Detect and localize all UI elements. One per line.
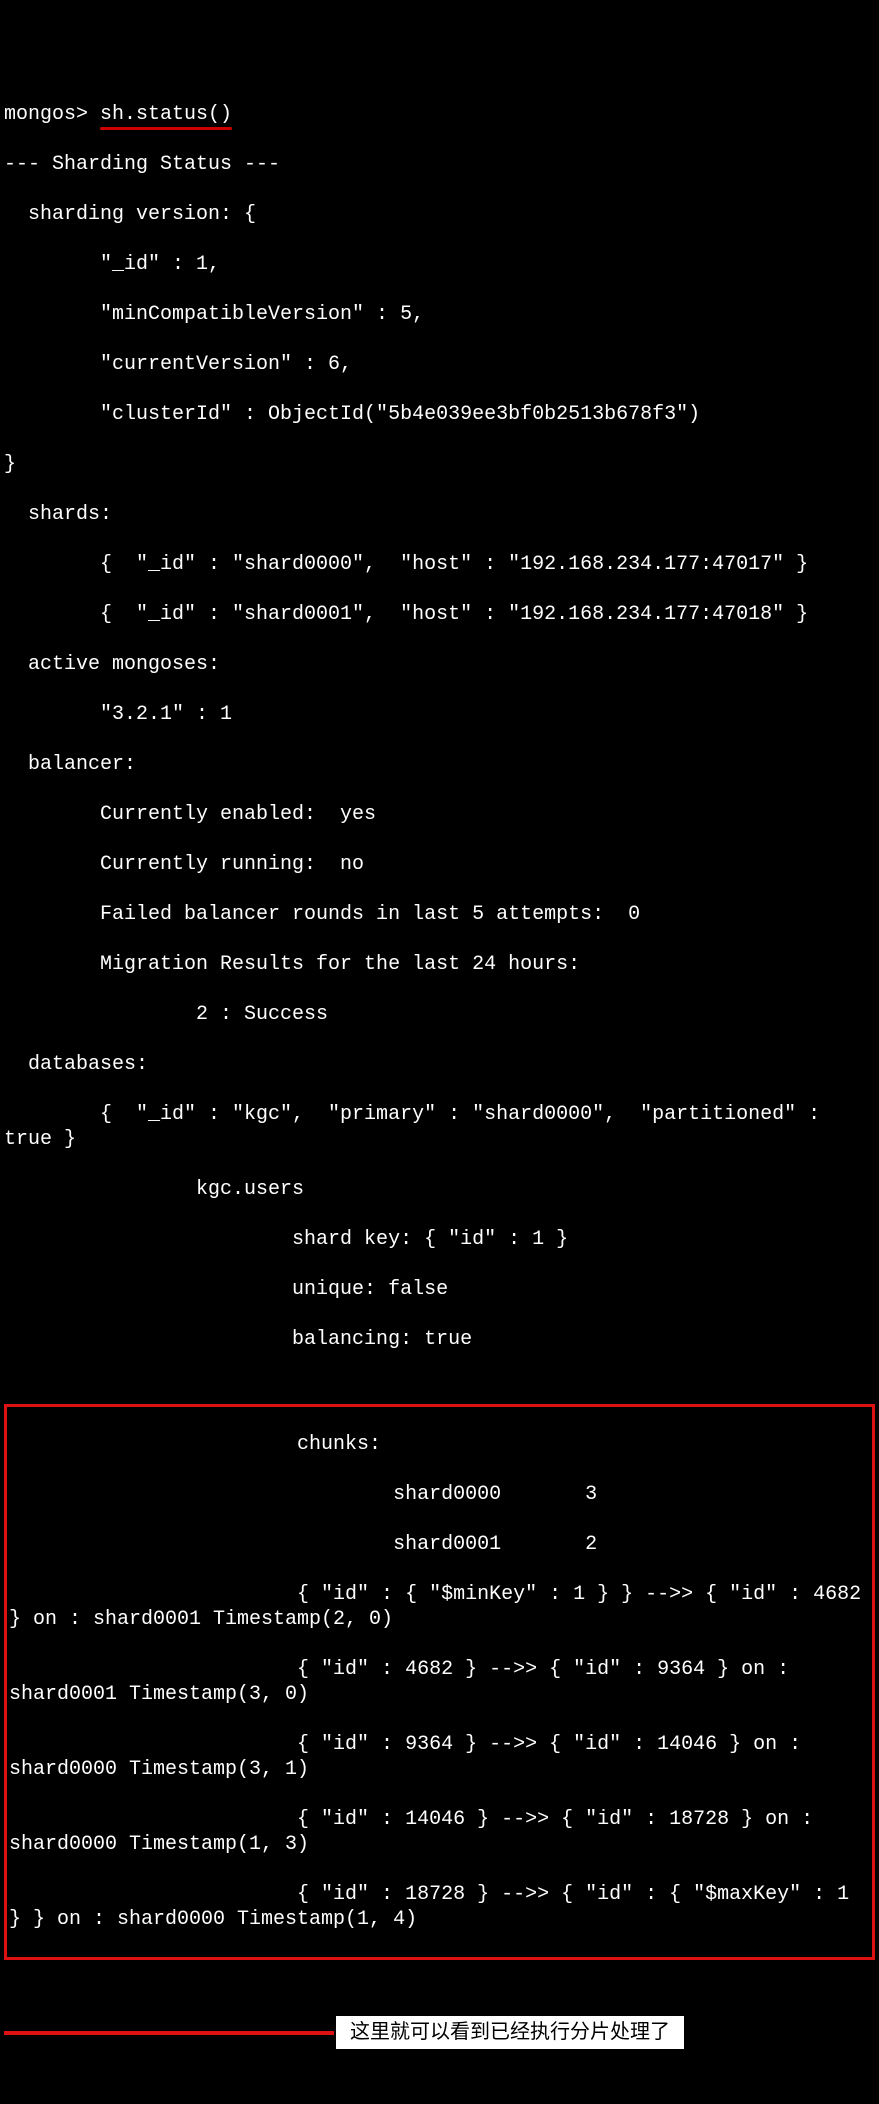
version-min: "minCompatibleVersion" : 5, [4,302,875,327]
prompt: mongos> [4,103,88,126]
chunk-range: { "id" : 14046 } -->> { "id" : 18728 } o… [9,1807,870,1857]
balancer-failed: Failed balancer rounds in last 5 attempt… [4,902,875,927]
shards-label: shards: [4,502,875,527]
command-line[interactable]: mongos> sh.status() [4,102,875,127]
annotation-row: 这里就可以看到已经执行分片处理了 [4,2014,875,2051]
version-cid: "clusterId" : ObjectId("5b4e039ee3bf0b25… [4,402,875,427]
version-close: } [4,452,875,477]
balancer-label: balancer: [4,752,875,777]
active-mongoses-value: "3.2.1" : 1 [4,702,875,727]
active-mongoses-label: active mongoses: [4,652,875,677]
version-id: "_id" : 1, [4,252,875,277]
balancer-enabled: Currently enabled: yes [4,802,875,827]
version-cur: "currentVersion" : 6, [4,352,875,377]
balancer-success: 2 : Success [4,1002,875,1027]
balancing-flag: balancing: true [4,1327,875,1352]
database-entry: { "_id" : "kgc", "primary" : "shard0000"… [4,1102,875,1152]
chunk-range: { "id" : 9364 } -->> { "id" : 14046 } on… [9,1732,870,1782]
output-header: --- Sharding Status --- [4,152,875,177]
shard-entry: { "_id" : "shard0000", "host" : "192.168… [4,552,875,577]
balancer-migration: Migration Results for the last 24 hours: [4,952,875,977]
collection-name: kgc.users [4,1177,875,1202]
command-text: sh.status() [100,103,232,126]
shard-entry: { "_id" : "shard0001", "host" : "192.168… [4,602,875,627]
chunk-range: { "id" : 18728 } -->> { "id" : { "$maxKe… [9,1882,870,1932]
version-open: sharding version: { [4,202,875,227]
balancer-running: Currently running: no [4,852,875,877]
shard-key: shard key: { "id" : 1 } [4,1227,875,1252]
annotation-connector [4,2031,334,2035]
unique-flag: unique: false [4,1277,875,1302]
chunk-range: { "id" : { "$minKey" : 1 } } -->> { "id"… [9,1582,870,1632]
chunk-range: { "id" : 4682 } -->> { "id" : 9364 } on … [9,1657,870,1707]
chunks-label: chunks: [9,1432,870,1457]
chunk-count: shard0001 2 [9,1532,870,1557]
chunk-count: shard0000 3 [9,1482,870,1507]
highlight-box: chunks: shard0000 3 shard0001 2 { "id" :… [4,1404,875,1960]
databases-label: databases: [4,1052,875,1077]
annotation-callout: 这里就可以看到已经执行分片处理了 [334,2014,686,2051]
